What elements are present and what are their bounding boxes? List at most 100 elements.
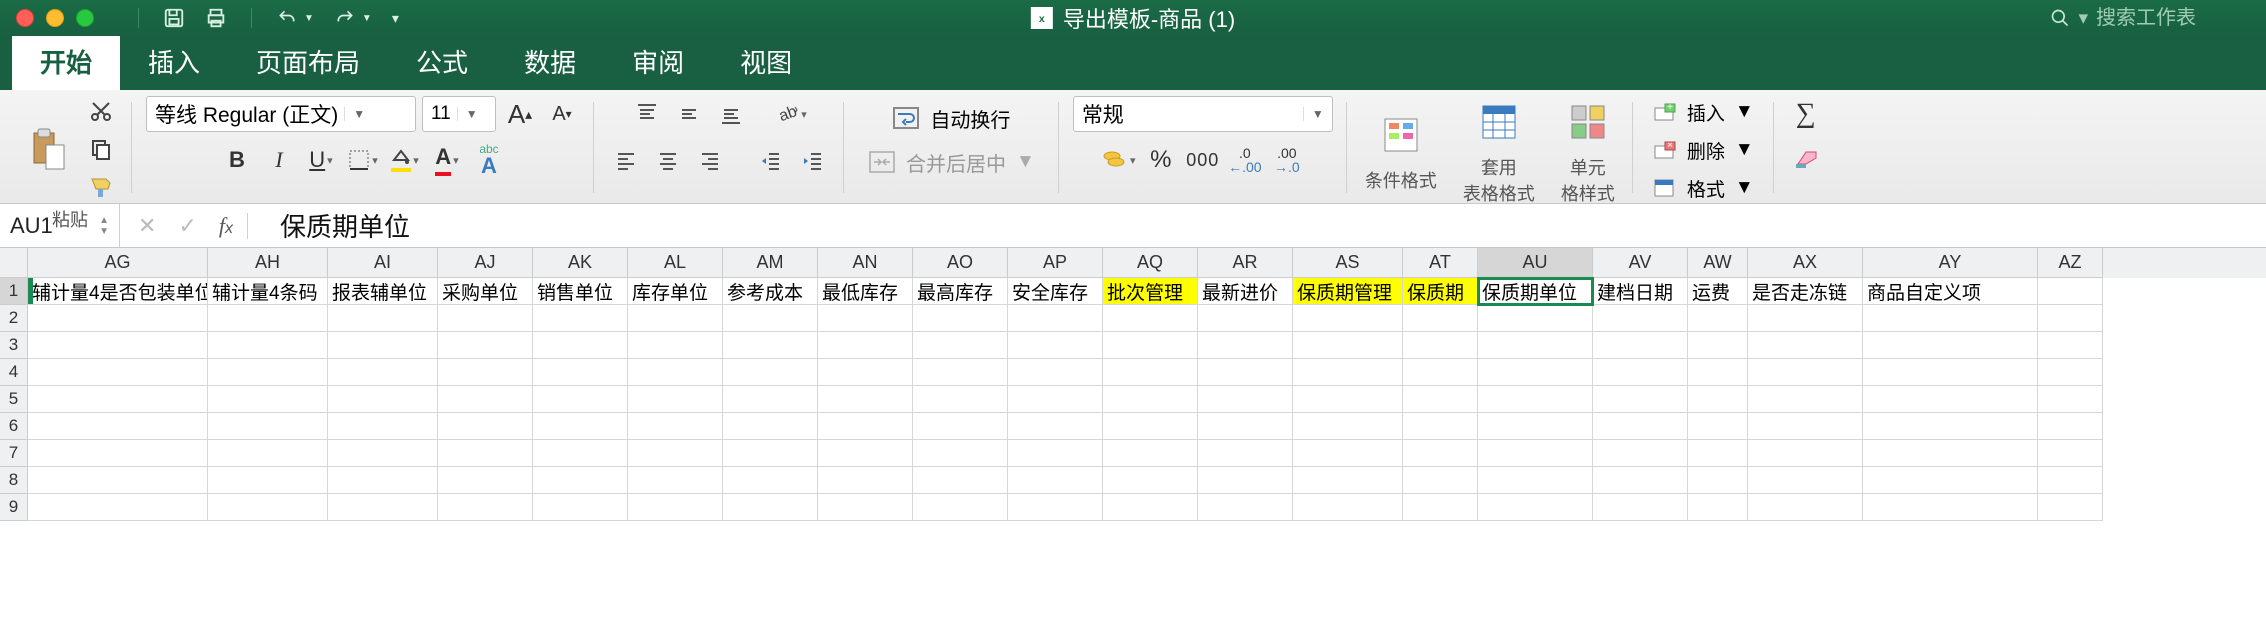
cell-AX5[interactable] xyxy=(1748,386,1863,413)
cell-AQ7[interactable] xyxy=(1103,440,1198,467)
cell-AK5[interactable] xyxy=(533,386,628,413)
format-as-table-button[interactable]: 套用 表格格式 xyxy=(1459,96,1539,212)
cell-AU5[interactable] xyxy=(1478,386,1593,413)
cell-AT5[interactable] xyxy=(1403,386,1478,413)
cut-button[interactable] xyxy=(84,96,118,126)
tab-review[interactable]: 审阅 xyxy=(604,33,712,90)
cell-AO3[interactable] xyxy=(913,332,1008,359)
cell-AK1[interactable]: 销售单位 xyxy=(533,278,628,305)
row-header-5[interactable]: 5 xyxy=(0,386,28,413)
cell-AJ9[interactable] xyxy=(438,494,533,521)
decrease-decimal-button[interactable]: .00→.0 xyxy=(1269,142,1305,178)
tab-page-layout[interactable]: 页面布局 xyxy=(228,33,388,90)
cell-AM4[interactable] xyxy=(723,359,818,386)
cell-AT8[interactable] xyxy=(1403,467,1478,494)
minimize-window-button[interactable] xyxy=(46,9,64,27)
conditional-formatting-button[interactable]: 条件格式 xyxy=(1361,109,1441,199)
tab-data[interactable]: 数据 xyxy=(496,33,604,90)
save-icon[interactable] xyxy=(163,7,185,29)
cell-AL2[interactable] xyxy=(628,305,723,332)
cell-AK7[interactable] xyxy=(533,440,628,467)
cell-AZ7[interactable] xyxy=(2038,440,2103,467)
phonetic-guide-button[interactable]: abc A xyxy=(471,142,507,178)
cell-AJ6[interactable] xyxy=(438,413,533,440)
column-header-AZ[interactable]: AZ xyxy=(2038,248,2103,278)
column-header-AY[interactable]: AY xyxy=(1863,248,2038,278)
cell-AL9[interactable] xyxy=(628,494,723,521)
cell-AL5[interactable] xyxy=(628,386,723,413)
cell-AL4[interactable] xyxy=(628,359,723,386)
zoom-window-button[interactable] xyxy=(76,9,94,27)
cell-AP7[interactable] xyxy=(1008,440,1103,467)
cell-AY5[interactable] xyxy=(1863,386,2038,413)
cell-AN7[interactable] xyxy=(818,440,913,467)
cell-AH7[interactable] xyxy=(208,440,328,467)
cell-AO1[interactable]: 最高库存 xyxy=(913,278,1008,305)
cell-AW8[interactable] xyxy=(1688,467,1748,494)
cell-AJ7[interactable] xyxy=(438,440,533,467)
cell-AT9[interactable] xyxy=(1403,494,1478,521)
increase-indent-button[interactable] xyxy=(794,142,830,178)
column-header-AM[interactable]: AM xyxy=(723,248,818,278)
fill-color-button[interactable]: ▾ xyxy=(387,142,423,178)
font-size-combo[interactable]: 11 ▼ xyxy=(422,96,496,132)
cell-AI7[interactable] xyxy=(328,440,438,467)
formula-input[interactable]: 保质期单位 xyxy=(266,207,2266,244)
cell-AP4[interactable] xyxy=(1008,359,1103,386)
row-header-3[interactable]: 3 xyxy=(0,332,28,359)
cell-AG3[interactable] xyxy=(28,332,208,359)
cell-AW2[interactable] xyxy=(1688,305,1748,332)
cell-AR2[interactable] xyxy=(1198,305,1293,332)
cell-AX1[interactable]: 是否走冻链 xyxy=(1748,278,1863,305)
cell-AY2[interactable] xyxy=(1863,305,2038,332)
cell-AM3[interactable] xyxy=(723,332,818,359)
cell-AJ8[interactable] xyxy=(438,467,533,494)
cell-AV6[interactable] xyxy=(1593,413,1688,440)
borders-button[interactable]: ▾ xyxy=(345,142,381,178)
cell-AM9[interactable] xyxy=(723,494,818,521)
cell-AZ6[interactable] xyxy=(2038,413,2103,440)
cell-AV7[interactable] xyxy=(1593,440,1688,467)
cell-AY8[interactable] xyxy=(1863,467,2038,494)
cell-AP8[interactable] xyxy=(1008,467,1103,494)
cell-AZ8[interactable] xyxy=(2038,467,2103,494)
decrease-font-button[interactable]: A▾ xyxy=(544,96,580,132)
increase-font-button[interactable]: A▴ xyxy=(502,96,538,132)
cell-AX6[interactable] xyxy=(1748,413,1863,440)
cell-AR6[interactable] xyxy=(1198,413,1293,440)
cell-AV1[interactable]: 建档日期 xyxy=(1593,278,1688,305)
bold-button[interactable]: B xyxy=(219,142,255,178)
cell-AR1[interactable]: 最新进价 xyxy=(1198,278,1293,305)
cell-AX2[interactable] xyxy=(1748,305,1863,332)
cell-AZ9[interactable] xyxy=(2038,494,2103,521)
cell-AM1[interactable]: 参考成本 xyxy=(723,278,818,305)
column-header-AH[interactable]: AH xyxy=(208,248,328,278)
cell-styles-button[interactable]: 单元 格样式 xyxy=(1557,96,1619,212)
cell-AR5[interactable] xyxy=(1198,386,1293,413)
cell-AY9[interactable] xyxy=(1863,494,2038,521)
cell-AG1[interactable]: 辅计量4是否包装单位 xyxy=(28,278,208,305)
autosum-button[interactable]: ∑ xyxy=(1788,96,1824,132)
cell-AV8[interactable] xyxy=(1593,467,1688,494)
cell-AR9[interactable] xyxy=(1198,494,1293,521)
cell-AV4[interactable] xyxy=(1593,359,1688,386)
align-middle-button[interactable] xyxy=(671,96,707,132)
number-format-combo[interactable]: 常规 ▼ xyxy=(1073,96,1333,132)
cell-AI1[interactable]: 报表辅单位 xyxy=(328,278,438,305)
tab-view[interactable]: 视图 xyxy=(712,33,820,90)
underline-button[interactable]: U▾ xyxy=(303,142,339,178)
percent-button[interactable]: % xyxy=(1143,142,1179,178)
cell-AW6[interactable] xyxy=(1688,413,1748,440)
cell-AU1[interactable]: 保质期单位 xyxy=(1478,278,1593,305)
search-input[interactable] xyxy=(2096,7,2246,30)
column-header-AK[interactable]: AK xyxy=(533,248,628,278)
align-center-button[interactable] xyxy=(650,142,686,178)
row-header-6[interactable]: 6 xyxy=(0,413,28,440)
cell-AH3[interactable] xyxy=(208,332,328,359)
cell-AX7[interactable] xyxy=(1748,440,1863,467)
cell-AX4[interactable] xyxy=(1748,359,1863,386)
tab-formulas[interactable]: 公式 xyxy=(388,33,496,90)
delete-cells-button[interactable]: × 删除▼ xyxy=(1647,134,1760,166)
paste-button[interactable] xyxy=(22,123,74,175)
cell-AP3[interactable] xyxy=(1008,332,1103,359)
